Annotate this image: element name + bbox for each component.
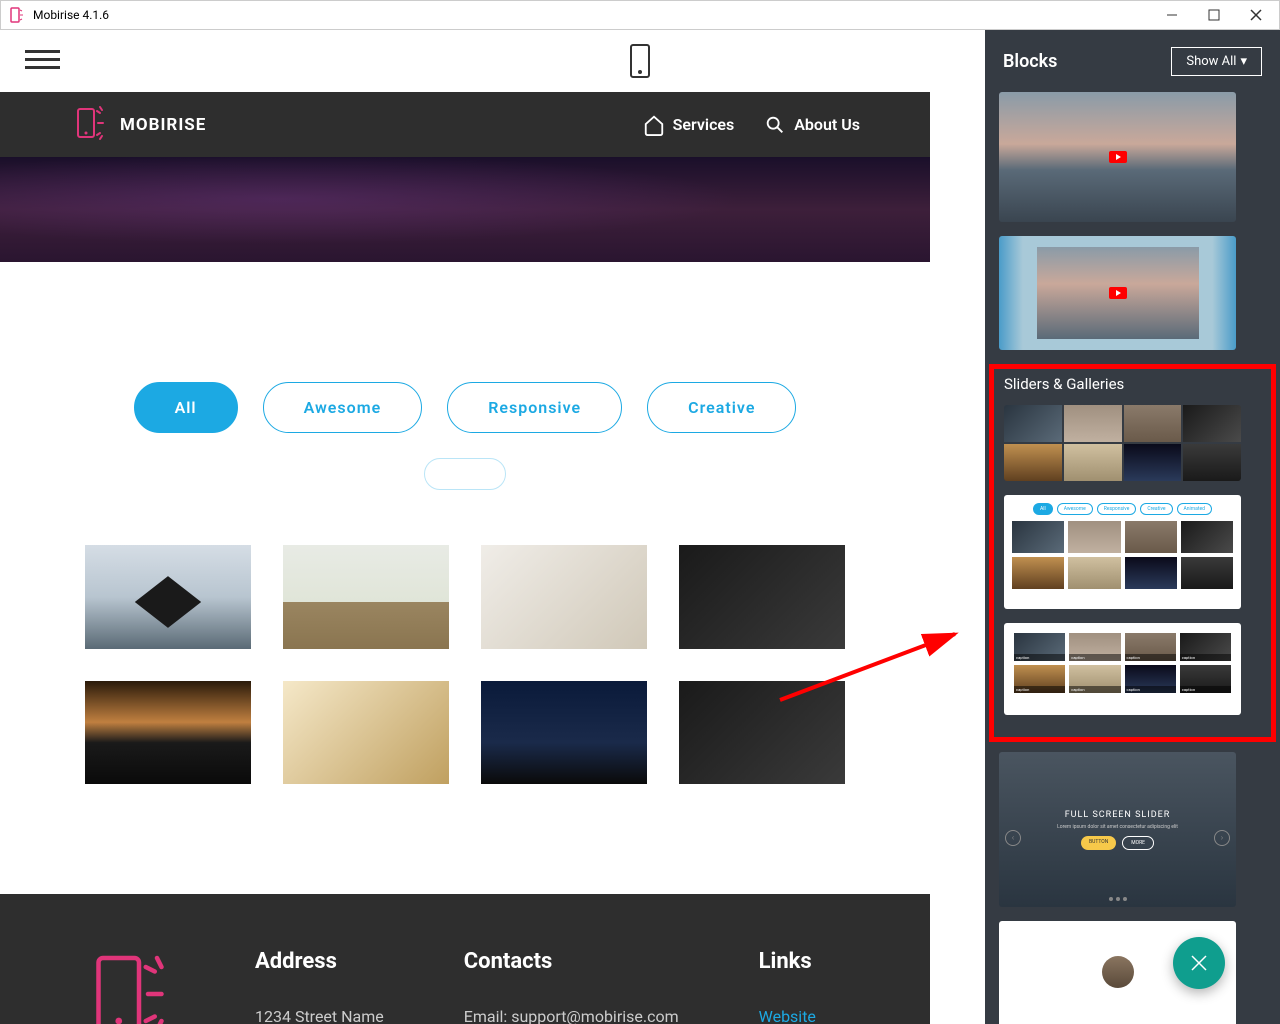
- gallery-image[interactable]: [481, 681, 647, 785]
- filter-creative[interactable]: Creative: [647, 382, 796, 433]
- footer-contacts-heading: Contacts: [464, 949, 679, 974]
- close-icon: [1189, 953, 1209, 973]
- chevron-right-icon: ›: [1214, 830, 1230, 846]
- gallery-image[interactable]: [283, 681, 449, 785]
- search-icon: [764, 114, 786, 136]
- block-gallery-filtered[interactable]: AllAwesomeResponsiveCreativeAnimated: [1004, 495, 1241, 609]
- block-video-hero[interactable]: [999, 92, 1236, 222]
- block-gallery-grid[interactable]: [1004, 405, 1241, 481]
- block-gallery-captions[interactable]: [1004, 623, 1241, 715]
- gallery-image[interactable]: [85, 545, 251, 649]
- nav-about[interactable]: About Us: [764, 114, 860, 136]
- hero-image: [0, 157, 930, 262]
- filter-all[interactable]: All: [134, 382, 238, 433]
- gallery-image[interactable]: [85, 681, 251, 785]
- nav-services[interactable]: Services: [643, 114, 735, 136]
- minimize-button[interactable]: [1157, 5, 1187, 25]
- footer-address-heading: Address: [255, 949, 384, 974]
- footer: Address 1234 Street Name Contacts Email:…: [0, 894, 930, 1024]
- close-panel-button[interactable]: [1173, 937, 1225, 989]
- gallery-image[interactable]: [481, 545, 647, 649]
- app-icon: [9, 7, 25, 23]
- blocks-title: Blocks: [1003, 51, 1057, 72]
- section-sliders-label: Sliders & Galleries: [1004, 375, 1261, 393]
- site-header: MOBIRISE Services About Us: [0, 92, 930, 157]
- filter-awesome[interactable]: Awesome: [263, 382, 423, 433]
- blocks-panel: Blocks Show All▾ Sliders & Galleries All…: [985, 30, 1280, 1024]
- mobile-preview-icon[interactable]: [630, 44, 650, 78]
- footer-logo: [85, 949, 175, 1024]
- block-video-boxed[interactable]: [999, 236, 1236, 350]
- highlighted-section: Sliders & Galleries AllAwesomeResponsive…: [989, 364, 1276, 742]
- menu-button[interactable]: [25, 45, 60, 74]
- gallery-image[interactable]: [283, 545, 449, 649]
- site-logo[interactable]: MOBIRISE: [70, 103, 206, 147]
- gallery-image[interactable]: [679, 545, 845, 649]
- filter-more[interactable]: [424, 458, 506, 490]
- logo-icon: [70, 103, 110, 147]
- window-titlebar: Mobirise 4.1.6: [0, 0, 1280, 30]
- home-icon: [643, 114, 665, 136]
- play-icon: [1109, 151, 1127, 163]
- gallery-image[interactable]: [679, 681, 845, 785]
- gallery-block: All Awesome Responsive Creative: [0, 262, 930, 834]
- maximize-button[interactable]: [1199, 5, 1229, 25]
- window-title: Mobirise 4.1.6: [33, 8, 1157, 22]
- block-fullscreen-slider[interactable]: ‹ › FULL SCREEN SLIDER Lorem ipsum dolor…: [999, 752, 1236, 907]
- footer-address: 1234 Street Name: [255, 1004, 384, 1024]
- brand-text: MOBIRISE: [120, 115, 206, 135]
- close-button[interactable]: [1241, 5, 1271, 25]
- footer-contacts: Email: support@mobirise.com: [464, 1004, 679, 1024]
- chevron-down-icon: ▾: [1240, 54, 1247, 69]
- chevron-left-icon: ‹: [1005, 830, 1021, 846]
- footer-links-heading: Links: [759, 949, 816, 974]
- footer-link[interactable]: Website: [759, 1007, 816, 1024]
- show-all-button[interactable]: Show All▾: [1171, 47, 1262, 76]
- play-icon: [1109, 287, 1127, 299]
- filter-responsive[interactable]: Responsive: [447, 382, 622, 433]
